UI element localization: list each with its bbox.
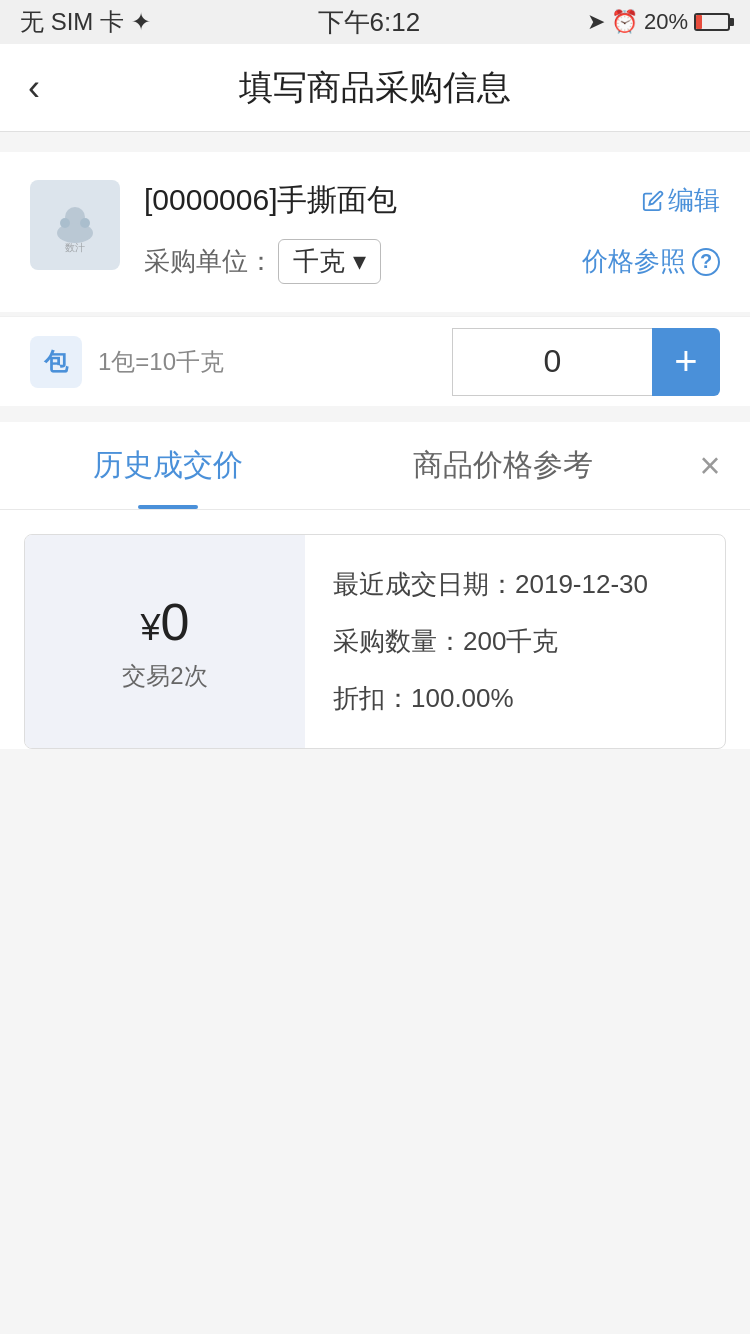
status-time: 下午6:12	[318, 5, 421, 40]
quantity-section: 包 1包=10千克 +	[0, 316, 750, 406]
price-amount: ¥0	[141, 592, 190, 652]
page-title: 填写商品采购信息	[239, 65, 511, 111]
svg-text:数汁: 数汁	[65, 242, 85, 253]
product-info: [0000006]手撕面包 编辑 采购单位： 千克 ▾	[144, 180, 720, 284]
date-value: 2019-12-30	[515, 569, 648, 599]
tab-product-price-ref[interactable]: 商品价格参考	[335, 422, 670, 509]
price-value: 0	[161, 593, 190, 651]
quantity-input-area: +	[452, 328, 720, 396]
product-name: [0000006]手撕面包	[144, 180, 397, 221]
edit-icon	[642, 190, 664, 212]
plus-button[interactable]: +	[652, 328, 720, 396]
tabs-section: 历史成交价 商品价格参考 × ¥0 交易2次 最近成交日期：2019-12-30…	[0, 422, 750, 749]
svg-point-3	[80, 218, 90, 228]
price-detail-qty: 采购数量：200千克	[333, 622, 697, 661]
sim-label: 无 SIM 卡 ✦	[20, 6, 151, 38]
date-label: 最近成交日期：	[333, 569, 515, 599]
price-card-left: ¥0 交易2次	[25, 535, 305, 748]
unit-value: 千克	[293, 244, 345, 279]
status-bar: 无 SIM 卡 ✦ 下午6:12 ➤ ⏰ 20%	[0, 0, 750, 44]
tab-product-label: 商品价格参考	[413, 445, 593, 486]
discount-value: 100.00%	[411, 683, 514, 713]
close-button[interactable]: ×	[670, 445, 750, 487]
unit-selector-group: 采购单位： 千克 ▾	[144, 239, 381, 284]
unit-selector[interactable]: 千克 ▾	[278, 239, 381, 284]
product-card: 数汁 [0000006]手撕面包 编辑 采购单位： 千克	[0, 152, 750, 312]
tab-history-label: 历史成交价	[93, 445, 243, 486]
battery-icon	[694, 13, 730, 31]
qty-label: 采购数量：	[333, 626, 463, 656]
edit-button[interactable]: 编辑	[642, 183, 720, 218]
unit-conversion: 1包=10千克	[98, 346, 224, 378]
price-ref-label: 价格参照	[582, 244, 686, 279]
tabs-header: 历史成交价 商品价格参考 ×	[0, 422, 750, 510]
location-icon: ➤	[587, 9, 605, 35]
qty-value: 200千克	[463, 626, 558, 656]
alarm-icon: ⏰	[611, 9, 638, 35]
price-card-right: 最近成交日期：2019-12-30 采购数量：200千克 折扣：100.00%	[305, 535, 725, 748]
product-name-row: [0000006]手撕面包 编辑	[144, 180, 720, 221]
edit-label: 编辑	[668, 183, 720, 218]
currency-symbol: ¥	[141, 607, 161, 648]
svg-point-2	[60, 218, 70, 228]
tab-history-price[interactable]: 历史成交价	[0, 422, 335, 509]
trade-count: 交易2次	[122, 660, 207, 692]
price-detail-discount: 折扣：100.00%	[333, 679, 697, 718]
status-left: 无 SIM 卡 ✦	[20, 6, 151, 38]
battery-fill	[696, 15, 702, 29]
quantity-unit-info: 包 1包=10千克	[30, 336, 224, 388]
unit-dropdown-arrow: ▾	[353, 246, 366, 277]
unit-icon-label: 包	[44, 346, 68, 378]
product-image: 数汁	[30, 180, 120, 270]
back-button[interactable]: ‹	[28, 67, 40, 109]
product-unit-row: 采购单位： 千克 ▾ 价格参照 ?	[144, 239, 720, 284]
product-header: 数汁 [0000006]手撕面包 编辑 采购单位： 千克	[30, 180, 720, 284]
unit-icon-box: 包	[30, 336, 82, 388]
price-ref-button[interactable]: 价格参照 ?	[582, 244, 720, 279]
battery-percent: 20%	[644, 9, 688, 35]
product-thumbnail-icon: 数汁	[45, 195, 105, 255]
price-card: ¥0 交易2次 最近成交日期：2019-12-30 采购数量：200千克 折扣：…	[24, 534, 726, 749]
price-ref-icon: ?	[692, 248, 720, 276]
discount-label: 折扣：	[333, 683, 411, 713]
quantity-input[interactable]	[452, 328, 652, 396]
nav-bar: ‹ 填写商品采购信息	[0, 44, 750, 132]
price-detail-date: 最近成交日期：2019-12-30	[333, 565, 697, 604]
unit-label: 采购单位：	[144, 246, 274, 276]
bottom-space	[0, 773, 750, 1173]
status-right: ➤ ⏰ 20%	[587, 9, 730, 35]
